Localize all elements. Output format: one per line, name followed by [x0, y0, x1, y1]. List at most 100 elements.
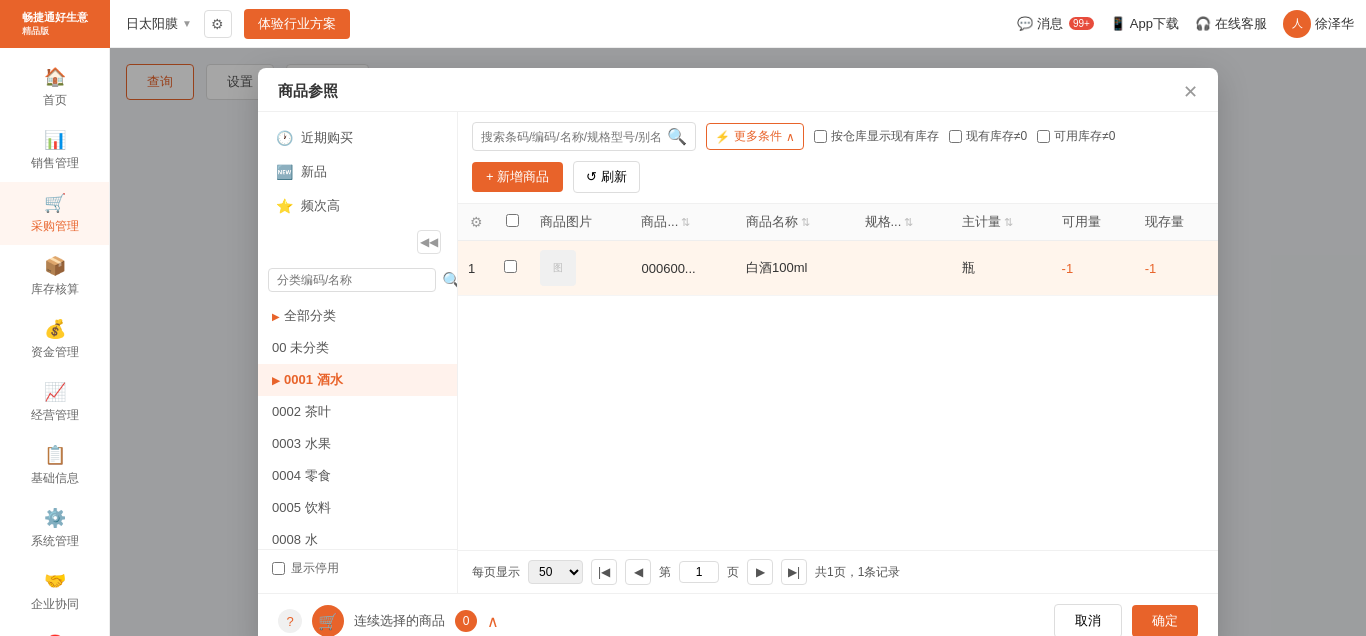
collab-icon: 🤝	[44, 570, 66, 592]
experience-button[interactable]: 体验行业方案	[244, 9, 350, 39]
messages-nav-item[interactable]: 💬 消息 99+	[1017, 15, 1094, 33]
selected-count: 0	[455, 610, 477, 632]
prev-page-button[interactable]: ◀	[625, 559, 651, 585]
nav-item-recent[interactable]: 🕐 近期购买	[266, 122, 449, 154]
nav-item-frequent[interactable]: ⭐ 频次高	[266, 190, 449, 222]
sidebar-item-home[interactable]: 🏠 首页	[0, 56, 109, 119]
tenant-dropdown[interactable]: 日太阳膜 ▼	[126, 15, 192, 33]
page-number-input[interactable]	[679, 561, 719, 583]
next-page-button[interactable]: ▶	[747, 559, 773, 585]
messages-badge: 99+	[1069, 17, 1094, 30]
show-disabled-checkbox[interactable]	[272, 562, 285, 575]
table-row[interactable]: 1 图 000600... 白酒100ml 瓶 -1	[458, 241, 1218, 296]
help-icon[interactable]: ?	[278, 609, 302, 633]
cart-icon[interactable]: 🛒	[312, 605, 344, 636]
category-item-0004[interactable]: 0004 零食	[258, 460, 457, 492]
category-item-0001[interactable]: ▶ 0001 酒水	[258, 364, 457, 396]
show-disabled-label: 显示停用	[291, 560, 339, 577]
sidebar-item-inventory[interactable]: 📦 库存核算	[0, 245, 109, 308]
table-settings-icon[interactable]: ⚙	[470, 214, 483, 230]
category-item-all[interactable]: ▶ 全部分类	[258, 300, 457, 332]
col-unit[interactable]: 主计量⇅	[952, 204, 1052, 241]
home-icon: 🏠	[44, 66, 66, 88]
recent-icon: 🕐	[276, 130, 293, 146]
last-page-button[interactable]: ▶|	[781, 559, 807, 585]
category-item-0002[interactable]: 0002 茶叶	[258, 396, 457, 428]
settings-icon[interactable]: ⚙	[204, 10, 232, 38]
product-table: ⚙ 商品图片 商品...⇅ 商品名称⇅ 规格...⇅ 主计量⇅ 可用量 现存量	[458, 204, 1218, 296]
sidebar-item-sales[interactable]: 📊 销售管理	[0, 119, 109, 182]
available-nonzero-checkbox[interactable]	[949, 130, 962, 143]
col-spec[interactable]: 规格...⇅	[855, 204, 952, 241]
online-service-nav-item[interactable]: 🎧 在线客服	[1195, 15, 1267, 33]
filter-icon: ⚡	[715, 130, 730, 144]
category-search-row: 🔍	[258, 268, 457, 300]
sidebar-item-guide[interactable]: 🎯 新手引导	[0, 623, 109, 636]
sidebar-item-operations[interactable]: 📈 经营管理	[0, 371, 109, 434]
system-icon: ⚙️	[44, 507, 66, 529]
available-nonzero-checkbox-label[interactable]: 现有库存≠0	[949, 128, 1027, 145]
inventory-icon: 📦	[44, 255, 66, 277]
per-page-label: 每页显示	[472, 564, 520, 581]
logo-line1: 畅捷通好生意	[22, 10, 88, 25]
filter-button[interactable]: ⚡ 更多条件 ∧	[706, 123, 804, 150]
category-item-0008[interactable]: 0008 水	[258, 524, 457, 549]
col-available[interactable]: 可用量	[1052, 204, 1135, 241]
frequent-icon: ⭐	[276, 198, 293, 214]
basic-info-icon: 📋	[44, 444, 66, 466]
product-reference-modal: 商品参照 ✕ 🕐 近期购买 🆕 新品	[258, 68, 1218, 636]
message-icon: 💬	[1017, 16, 1033, 31]
warehouse-display-checkbox[interactable]	[814, 130, 827, 143]
new-product-button[interactable]: + 新增商品	[472, 162, 563, 192]
logo: 畅捷通好生意 精品版	[0, 0, 110, 48]
sidebar-item-purchase[interactable]: 🛒 采购管理	[0, 182, 109, 245]
left-panel-nav: 🕐 近期购买 🆕 新品 ⭐ 频次高	[258, 122, 457, 222]
pagination: 每页显示 50 100 200 |◀ ◀ 第 页 ▶ ▶| 共1页，1	[458, 550, 1218, 593]
category-item-0003[interactable]: 0003 水果	[258, 428, 457, 460]
sidebar-item-finance[interactable]: 💰 资金管理	[0, 308, 109, 371]
modal-header: 商品参照 ✕	[258, 68, 1218, 112]
cancel-button[interactable]: 取消	[1054, 604, 1122, 636]
operations-icon: 📈	[44, 381, 66, 403]
sidebar-item-system[interactable]: ⚙️ 系统管理	[0, 497, 109, 560]
sidebar: 🏠 首页 📊 销售管理 🛒 采购管理 📦 库存核算 💰 资金管理 📈 经营管理 …	[0, 48, 110, 636]
first-page-button[interactable]: |◀	[591, 559, 617, 585]
selected-label: 连续选择的商品	[354, 612, 445, 630]
category-search-input[interactable]	[268, 268, 436, 292]
modal-title: 商品参照	[278, 82, 338, 101]
col-stock[interactable]: 现存量	[1135, 204, 1218, 241]
confirm-button[interactable]: 确定	[1132, 605, 1198, 636]
sidebar-item-basic-info[interactable]: 📋 基础信息	[0, 434, 109, 497]
nav-item-new[interactable]: 🆕 新品	[266, 156, 449, 188]
main-layout: 🏠 首页 📊 销售管理 🛒 采购管理 📦 库存核算 💰 资金管理 📈 经营管理 …	[0, 48, 1366, 636]
avatar: 人	[1283, 10, 1311, 38]
category-item-0005[interactable]: 0005 饮料	[258, 492, 457, 524]
usable-nonzero-checkbox-label[interactable]: 可用库存≠0	[1037, 128, 1115, 145]
user-menu[interactable]: 人 徐泽华	[1283, 10, 1354, 38]
refresh-button[interactable]: ↺ 刷新	[573, 161, 640, 193]
finance-icon: 💰	[44, 318, 66, 340]
col-code[interactable]: 商品...⇅	[631, 204, 736, 241]
warehouse-display-checkbox-label[interactable]: 按仓库显示现有库存	[814, 128, 939, 145]
category-arrow-icon: ▶	[272, 311, 280, 322]
close-icon[interactable]: ✕	[1183, 83, 1198, 101]
category-search-icon[interactable]: 🔍	[442, 271, 458, 290]
total-info: 共1页，1条记录	[815, 564, 900, 581]
collapse-panel-icon[interactable]: ◀◀	[417, 230, 441, 254]
col-name[interactable]: 商品名称⇅	[736, 204, 854, 241]
right-panel: 🔍 ⚡ 更多条件 ∧ 按仓库显示现有库存	[458, 112, 1218, 593]
toolbar: 🔍 ⚡ 更多条件 ∧ 按仓库显示现有库存	[458, 112, 1218, 204]
row-checkbox[interactable]	[504, 260, 517, 273]
purchase-icon: 🛒	[44, 192, 66, 214]
usable-nonzero-checkbox[interactable]	[1037, 130, 1050, 143]
show-disabled-row: 显示停用	[258, 549, 457, 583]
search-icon: 🔍	[667, 127, 687, 146]
app-download-nav-item[interactable]: 📱 App下载	[1110, 15, 1179, 33]
product-search-input[interactable]	[481, 130, 661, 144]
category-item-00[interactable]: 00 未分类	[258, 332, 457, 364]
select-all-checkbox[interactable]	[506, 214, 519, 227]
sidebar-item-collab[interactable]: 🤝 企业协同	[0, 560, 109, 623]
collapse-footer-icon[interactable]: ∧	[487, 612, 499, 631]
per-page-select[interactable]: 50 100 200	[528, 560, 583, 584]
left-panel: 🕐 近期购买 🆕 新品 ⭐ 频次高 ◀◀	[258, 112, 458, 593]
